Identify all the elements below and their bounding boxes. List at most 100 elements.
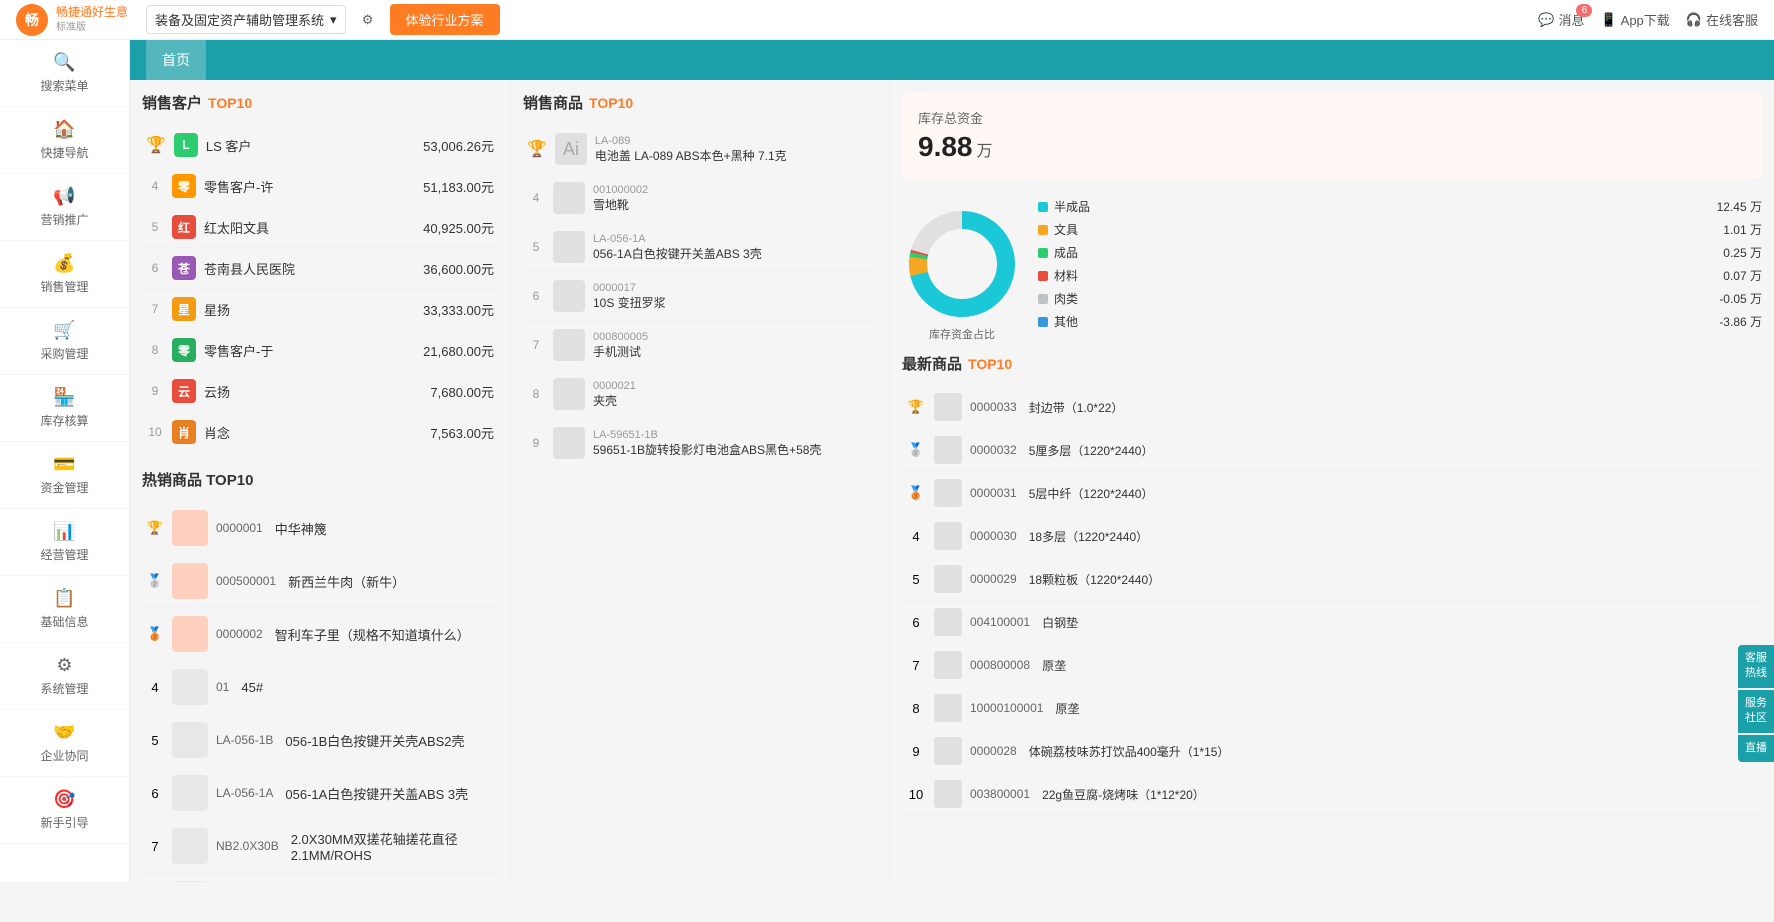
product-item: 4 001000002 雪地靴 xyxy=(523,174,877,223)
product-thumbnail xyxy=(934,780,962,808)
product-thumbnail xyxy=(172,775,208,811)
customer-item: 7 星 星扬 33,333.00元 xyxy=(142,289,498,330)
donut-chart: 库存资金占比 xyxy=(902,204,1022,324)
system-selector[interactable]: 装备及固定资产辅助管理系统 ▾ xyxy=(146,5,346,34)
product-thumbnail: Ai xyxy=(555,133,587,165)
customer-top10-header: 销售客户 TOP10 xyxy=(142,92,498,113)
product-thumbnail xyxy=(172,510,208,546)
product-thumbnail xyxy=(172,616,208,652)
sidebar-item-operations[interactable]: 📊 经营管理 xyxy=(0,509,129,576)
customer-item: 9 云 云扬 7,680.00元 xyxy=(142,371,498,412)
hot-product-item: 🥉 0000002 智利车子里（规格不知道填什么） xyxy=(142,608,498,661)
legend-item: 文具 1.01 万 xyxy=(1038,218,1762,241)
cs-community-btn[interactable]: 服务社区 xyxy=(1738,690,1774,733)
topbar-center: 装备及固定资产辅助管理系统 ▾ ⚙ 体验行业方案 xyxy=(146,4,1538,35)
legend-item: 材料 0.07 万 xyxy=(1038,264,1762,287)
avatar: 云 xyxy=(172,379,196,403)
legend-item: 其他 -3.86 万 xyxy=(1038,310,1762,333)
sales-icon: 💰 xyxy=(53,253,75,274)
cs-live-btn[interactable]: 直播 xyxy=(1738,735,1774,762)
product-item: 5 LA-056-1A 056-1A白色按键开关盖ABS 3壳 xyxy=(523,223,877,272)
hot-product-item: 5 LA-056-1B 056-1B白色按键开关壳ABS2壳 xyxy=(142,714,498,767)
main-nav: 首页 xyxy=(130,40,1774,80)
legend-item: 半成品 12.45 万 xyxy=(1038,195,1762,218)
product-thumbnail xyxy=(934,393,962,421)
home-icon: 🏠 xyxy=(53,119,75,140)
product-thumbnail xyxy=(934,737,962,765)
col-right: 库存总资金 9.88 万 xyxy=(890,80,1774,882)
sidebar-item-sales[interactable]: 💰 销售管理 xyxy=(0,241,129,308)
newest-products-header: 最新商品 TOP10 xyxy=(902,353,1762,374)
logo-text: 畅捷通好生意 标准版 xyxy=(56,5,128,34)
chart-legend: 半成品 12.45 万 文具 1.01 万 成品 0.25 万 xyxy=(1038,195,1762,333)
avatar: L xyxy=(174,133,198,157)
newest-products-section: 最新商品 TOP10 🏆 0000033 封边带（1.0*22） 🥈 xyxy=(902,353,1762,816)
newest-item: 🥉 0000031 5层中纤（1220*2440） xyxy=(902,472,1762,515)
sidebar-item-newbie[interactable]: 🎯 新手引导 xyxy=(0,777,129,844)
product-thumbnail xyxy=(553,231,585,263)
customer-top10-section: 销售客户 TOP10 🏆 L LS 客户 53,006.26元 4 xyxy=(142,92,498,453)
newest-item: 5 0000029 18颗粒板（1220*2440） xyxy=(902,558,1762,601)
product-thumbnail xyxy=(553,182,585,214)
col-mid: 销售商品 TOP10 🏆 Ai LA-089 电池盖 LA-089 ABS本色+… xyxy=(510,80,890,882)
search-icon: 🔍 xyxy=(53,52,75,73)
sales-product-top10-section: 销售商品 TOP10 🏆 Ai LA-089 电池盖 LA-089 ABS本色+… xyxy=(523,92,877,468)
sidebar-item-finance[interactable]: 💳 资金管理 xyxy=(0,442,129,509)
app-download-btn[interactable]: 📱 App下载 xyxy=(1600,10,1669,29)
sales-product-list: 🏆 Ai LA-089 电池盖 LA-089 ABS本色+黑种 7.1克 4 xyxy=(523,125,877,468)
main-content: 首页 销售客户 TOP10 🏆 L LS 客户 xyxy=(130,40,1774,882)
mobile-icon: 📱 xyxy=(1600,12,1616,28)
hot-product-item: 7 NB2.0X30B 2.0X30MM双搓花轴搓花直径2.1MM/ROHS xyxy=(142,820,498,873)
message-icon: 💬 xyxy=(1538,12,1554,28)
product-item: 🏆 Ai LA-089 电池盖 LA-089 ABS本色+黑种 7.1克 xyxy=(523,125,877,174)
sidebar: 🔍 搜索菜单 🏠 快捷导航 📢 营销推广 💰 销售管理 🛒 采购管理 🏪 库存核… xyxy=(0,40,130,882)
product-thumbnail xyxy=(934,694,962,722)
newest-item: 🏆 0000033 封边带（1.0*22） xyxy=(902,386,1762,429)
avatar: 肖 xyxy=(172,420,196,444)
hot-product-item: 🥈 000500001 新西兰牛肉（新牛） xyxy=(142,555,498,608)
message-btn[interactable]: 💬 消息 6 xyxy=(1538,10,1584,29)
logo-icon: 畅 xyxy=(16,4,48,36)
product-thumbnail xyxy=(172,828,208,864)
newest-item: 10 003800001 22g鱼豆腐-烧烤味（1*12*20） xyxy=(902,773,1762,816)
nav-home[interactable]: 首页 xyxy=(146,40,206,80)
sidebar-item-basic-info[interactable]: 📋 基础信息 xyxy=(0,576,129,643)
product-thumbnail xyxy=(172,563,208,599)
sidebar-item-search[interactable]: 🔍 搜索菜单 xyxy=(0,40,129,107)
cs-hotline-btn[interactable]: 客服热线 xyxy=(1738,645,1774,688)
product-thumbnail xyxy=(934,565,962,593)
experience-btn[interactable]: 体验行业方案 xyxy=(390,4,500,35)
chart-container: 库存资金占比 半成品 12.45 万 文具 1.01 万 xyxy=(902,195,1762,333)
online-service-btn[interactable]: 🎧 在线客服 xyxy=(1686,10,1758,29)
avatar: 零 xyxy=(172,338,196,362)
sidebar-item-collab[interactable]: 🤝 企业协同 xyxy=(0,710,129,777)
product-thumbnail xyxy=(934,479,962,507)
hot-products-section: 热销商品 TOP10 🏆 0000001 中华神篾 🥈 000500001 新西… xyxy=(142,469,498,882)
avatar: 苍 xyxy=(172,256,196,280)
cs-float: 客服热线 服务社区 直播 xyxy=(1738,645,1774,762)
finance-icon: 💳 xyxy=(53,454,75,475)
system-icon: ⚙ xyxy=(56,655,72,676)
medal-1: 🏆 xyxy=(146,135,166,155)
newbie-icon: 🎯 xyxy=(53,789,75,810)
sidebar-item-marketing[interactable]: 📢 营销推广 xyxy=(0,174,129,241)
hot-product-item: 6 LA-056-1A 056-1A白色按键开关盖ABS 3壳 xyxy=(142,767,498,820)
marketing-icon: 📢 xyxy=(53,186,75,207)
customer-item: 6 苍 苍南县人民医院 36,600.00元 xyxy=(142,248,498,289)
sidebar-item-purchase[interactable]: 🛒 采购管理 xyxy=(0,308,129,375)
product-item: 9 LA-59651-1B 59651-1B旋转投影灯电池盒ABS黑色+58壳 xyxy=(523,419,877,468)
sidebar-item-quicknav[interactable]: 🏠 快捷导航 xyxy=(0,107,129,174)
product-thumbnail xyxy=(553,378,585,410)
sidebar-item-system[interactable]: ⚙ 系统管理 xyxy=(0,643,129,710)
layout: 🔍 搜索菜单 🏠 快捷导航 📢 营销推广 💰 销售管理 🛒 采购管理 🏪 库存核… xyxy=(0,40,1774,882)
customer-item: 5 红 红太阳文具 40,925.00元 xyxy=(142,207,498,248)
collab-icon: 🤝 xyxy=(53,722,75,743)
legend-item: 成品 0.25 万 xyxy=(1038,241,1762,264)
content-area: 销售客户 TOP10 🏆 L LS 客户 53,006.26元 4 xyxy=(130,80,1774,882)
product-item: 7 000800005 手机测试 xyxy=(523,321,877,370)
inventory-amount: 9.88 xyxy=(918,131,973,163)
avatar: 零 xyxy=(172,174,196,198)
settings-icon[interactable]: ⚙ xyxy=(354,6,382,34)
product-thumbnail xyxy=(553,427,585,459)
sidebar-item-inventory[interactable]: 🏪 库存核算 xyxy=(0,375,129,442)
